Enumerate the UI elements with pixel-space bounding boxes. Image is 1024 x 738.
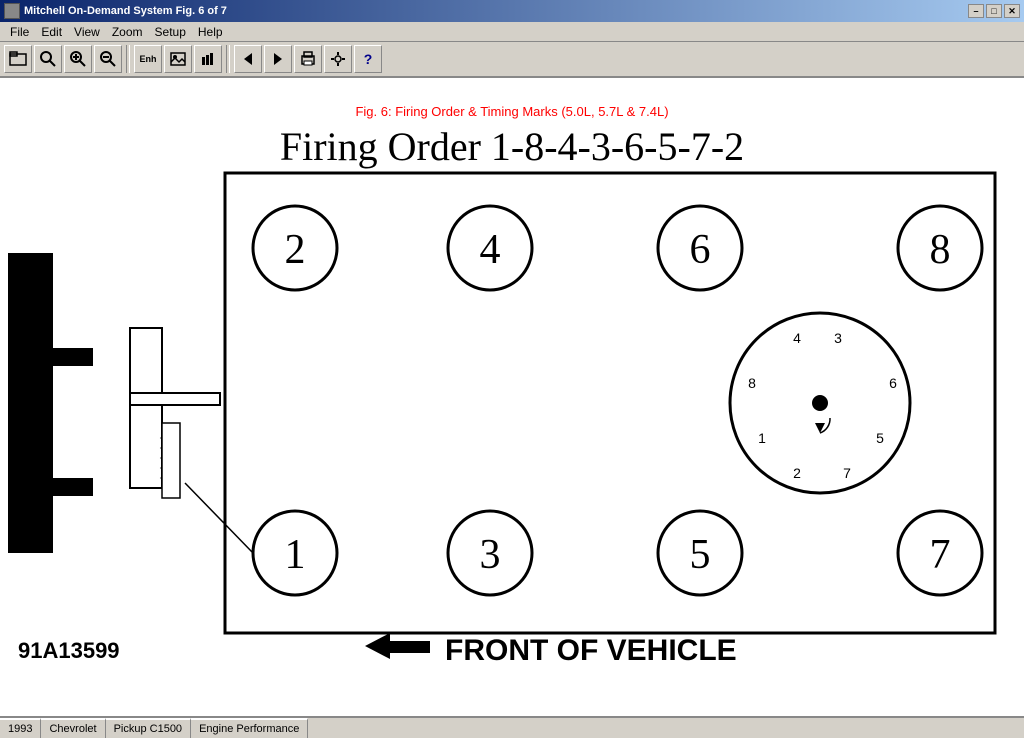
status-tab-year[interactable]: 1993 bbox=[0, 718, 41, 738]
toolbar-image[interactable] bbox=[164, 45, 192, 73]
svg-text:4: 4 bbox=[793, 330, 801, 346]
maximize-button[interactable]: □ bbox=[986, 4, 1002, 18]
svg-text:6: 6 bbox=[889, 375, 897, 391]
status-bar: 1993 Chevrolet Pickup C1500 Engine Perfo… bbox=[0, 716, 1024, 738]
svg-text:5: 5 bbox=[690, 532, 711, 578]
svg-text:Fig. 6: Firing Order & Timing: Fig. 6: Firing Order & Timing Marks (5.0… bbox=[355, 104, 668, 119]
status-tab-category[interactable]: Engine Performance bbox=[191, 718, 308, 738]
window-title: Mitchell On-Demand System Fig. 6 of 7 bbox=[24, 5, 227, 17]
title-bar-left: Mitchell On-Demand System Fig. 6 of 7 bbox=[4, 3, 227, 19]
toolbar-back[interactable] bbox=[234, 45, 262, 73]
minimize-button[interactable]: – bbox=[968, 4, 984, 18]
toolbar-sep-1 bbox=[126, 45, 130, 73]
toolbar-enhance[interactable]: Enh bbox=[134, 45, 162, 73]
svg-text:5: 5 bbox=[876, 430, 884, 446]
toolbar-graph[interactable] bbox=[194, 45, 222, 73]
svg-text:7: 7 bbox=[930, 532, 951, 578]
toolbar-settings[interactable] bbox=[324, 45, 352, 73]
svg-text:2: 2 bbox=[285, 227, 306, 273]
status-tab-model[interactable]: Pickup C1500 bbox=[106, 718, 192, 738]
menu-view[interactable]: View bbox=[68, 23, 106, 41]
close-button[interactable]: ✕ bbox=[1004, 4, 1020, 18]
svg-text:FRONT OF VEHICLE: FRONT OF VEHICLE bbox=[445, 634, 737, 667]
diagram-svg: Fig. 6: Firing Order & Timing Marks (5.0… bbox=[0, 78, 1024, 716]
menu-setup[interactable]: Setup bbox=[149, 23, 192, 41]
svg-text:4: 4 bbox=[480, 227, 501, 273]
svg-text:7: 7 bbox=[843, 465, 851, 481]
toolbar-print[interactable] bbox=[294, 45, 322, 73]
svg-text:8: 8 bbox=[930, 227, 951, 273]
svg-text:3: 3 bbox=[480, 532, 501, 578]
menu-zoom[interactable]: Zoom bbox=[106, 23, 149, 41]
svg-text:6: 6 bbox=[690, 227, 711, 273]
toolbar-open[interactable] bbox=[4, 45, 32, 73]
toolbar-forward[interactable] bbox=[264, 45, 292, 73]
toolbar-zoom-in[interactable] bbox=[64, 45, 92, 73]
app-icon bbox=[4, 3, 20, 19]
svg-text:91A13599: 91A13599 bbox=[18, 638, 120, 663]
main-content: Fig. 6: Firing Order & Timing Marks (5.0… bbox=[0, 78, 1024, 716]
svg-text:Firing Order 1-8-4-3-6-5-7-2: Firing Order 1-8-4-3-6-5-7-2 bbox=[280, 124, 744, 169]
toolbar-help[interactable]: ? bbox=[354, 45, 382, 73]
svg-text:1: 1 bbox=[758, 430, 766, 446]
toolbar: Enh ? bbox=[0, 42, 1024, 78]
svg-text:8: 8 bbox=[748, 375, 756, 391]
toolbar-sep-2 bbox=[226, 45, 230, 73]
toolbar-zoom-out[interactable] bbox=[94, 45, 122, 73]
svg-text:3: 3 bbox=[834, 330, 842, 346]
menu-help[interactable]: Help bbox=[192, 23, 229, 41]
title-bar-buttons[interactable]: – □ ✕ bbox=[968, 4, 1020, 18]
menu-file[interactable]: File bbox=[4, 23, 35, 41]
svg-text:2: 2 bbox=[793, 465, 801, 481]
title-bar: Mitchell On-Demand System Fig. 6 of 7 – … bbox=[0, 0, 1024, 22]
svg-text:1: 1 bbox=[285, 532, 306, 578]
toolbar-search[interactable] bbox=[34, 45, 62, 73]
status-tab-make[interactable]: Chevrolet bbox=[41, 718, 105, 738]
menu-bar: File Edit View Zoom Setup Help bbox=[0, 22, 1024, 42]
menu-edit[interactable]: Edit bbox=[35, 23, 68, 41]
